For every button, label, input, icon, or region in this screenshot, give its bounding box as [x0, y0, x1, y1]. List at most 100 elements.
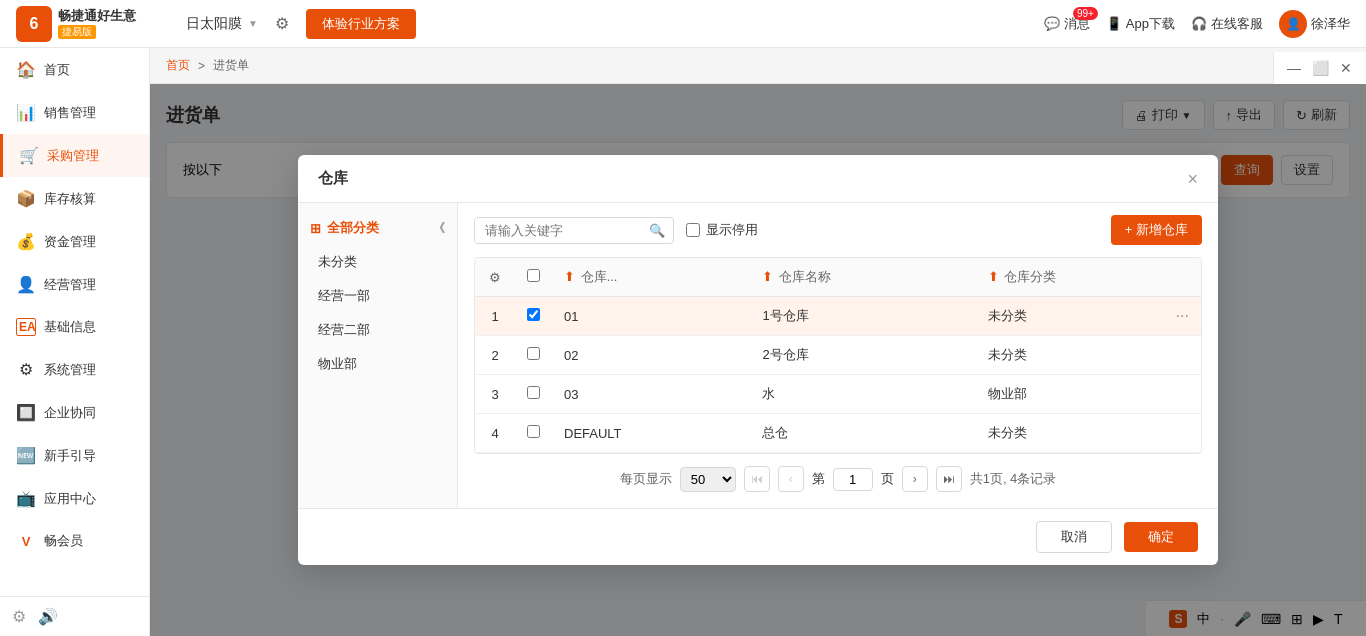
sidebar-label-membership: 畅会员 — [44, 532, 83, 550]
last-page-button[interactable]: ⏭ — [936, 466, 962, 492]
sidebar-item-sales[interactable]: 📊 销售管理 — [0, 91, 149, 134]
modal-footer: 取消 确定 — [298, 508, 1218, 565]
online-service-item[interactable]: 🎧 在线客服 — [1191, 15, 1263, 33]
close-window-button[interactable]: ✕ — [1334, 56, 1358, 80]
finance-icon: 💰 — [16, 232, 36, 251]
table-row[interactable]: 2 02 2号仓库 未分类 — [475, 336, 1201, 375]
trial-button[interactable]: 体验行业方案 — [306, 9, 416, 39]
sidebar-label-enterprise: 企业协同 — [44, 404, 96, 422]
message-badge: 99+ — [1073, 7, 1098, 20]
user-item[interactable]: 👤 徐泽华 — [1279, 10, 1350, 38]
prev-page-button[interactable]: ‹ — [778, 466, 804, 492]
th-settings[interactable]: ⚙ — [475, 258, 515, 297]
app-download-item[interactable]: 📱 App下载 — [1106, 15, 1175, 33]
td-checkbox[interactable] — [515, 414, 552, 453]
sort-name-icon: ⬆ — [762, 269, 773, 284]
content-area: 进货单 🖨 打印 ▼ ↑ 导出 ↻ 刷新 — [150, 84, 1366, 636]
td-name: 水 — [750, 375, 975, 414]
sidebar-item-system[interactable]: ⚙ 系统管理 — [0, 348, 149, 391]
appcenter-icon: 📺 — [16, 489, 36, 508]
sidebar-label-basicinfo: 基础信息 — [44, 318, 96, 336]
settings-bottom-icon[interactable]: ⚙ — [12, 607, 26, 626]
search-icon[interactable]: 🔍 — [641, 218, 673, 243]
th-code: ⬆ 仓库... — [552, 258, 750, 297]
td-name: 总仓 — [750, 414, 975, 453]
row-checkbox[interactable] — [527, 386, 540, 399]
logo: 6 畅捷通好生意 捷易版 — [16, 6, 166, 42]
cancel-button[interactable]: 取消 — [1036, 521, 1112, 553]
sidebar-item-membership[interactable]: V 畅会员 — [0, 520, 149, 562]
th-check[interactable] — [515, 258, 552, 297]
search-input[interactable] — [475, 218, 641, 243]
cat-item-dept2[interactable]: 经营二部 — [298, 313, 457, 347]
sales-icon: 📊 — [16, 103, 36, 122]
td-checkbox[interactable] — [515, 336, 552, 375]
modal-overlay: 仓库 × ⊞ 全部分类 《 — [150, 84, 1366, 636]
cat-item-property[interactable]: 物业部 — [298, 347, 457, 381]
show-disabled-label: 显示停用 — [706, 221, 758, 239]
headset-icon: 🎧 — [1191, 16, 1207, 31]
inventory-icon: 📦 — [16, 189, 36, 208]
per-page-select[interactable]: 50 20 100 — [680, 467, 736, 492]
sidebar-label-sales: 销售管理 — [44, 104, 96, 122]
show-disabled-toggle[interactable]: 显示停用 — [686, 221, 758, 239]
show-disabled-checkbox[interactable] — [686, 223, 700, 237]
sidebar-item-enterprise[interactable]: 🔲 企业协同 — [0, 391, 149, 434]
gear-icon: ⚙ — [275, 14, 289, 33]
sidebar-item-inventory[interactable]: 📦 库存核算 — [0, 177, 149, 220]
table-row[interactable]: 1 01 1号仓库 未分类··· — [475, 297, 1201, 336]
table-row[interactable]: 4 DEFAULT 总仓 未分类 — [475, 414, 1201, 453]
row-checkbox[interactable] — [527, 425, 540, 438]
sidebar-item-finance[interactable]: 💰 资金管理 — [0, 220, 149, 263]
sidebar-item-operations[interactable]: 👤 经营管理 — [0, 263, 149, 306]
guide-icon: 🆕 — [16, 446, 36, 465]
collapse-icon[interactable]: 《 — [433, 220, 445, 237]
online-service-label: 在线客服 — [1211, 15, 1263, 33]
td-checkbox[interactable] — [515, 375, 552, 414]
row-checkbox[interactable] — [527, 308, 540, 321]
sidebar-bottom: ⚙ 🔊 — [0, 596, 149, 636]
td-checkbox[interactable] — [515, 297, 552, 336]
sidebar-label-guide: 新手引导 — [44, 447, 96, 465]
sidebar-item-purchase[interactable]: 🛒 采购管理 — [0, 134, 149, 177]
phone-icon: 📱 — [1106, 16, 1122, 31]
per-page-label: 每页显示 — [620, 470, 672, 488]
logo-icon: 6 — [16, 6, 52, 42]
td-name: 1号仓库 — [750, 297, 975, 336]
add-warehouse-button[interactable]: + 新增仓库 — [1111, 215, 1202, 245]
breadcrumb-home[interactable]: 首页 — [166, 57, 190, 74]
sidebar-item-basicinfo[interactable]: EA 基础信息 — [0, 306, 149, 348]
sidebar-item-appcenter[interactable]: 📺 应用中心 — [0, 477, 149, 520]
volume-icon[interactable]: 🔊 — [38, 607, 58, 626]
category-header[interactable]: ⊞ 全部分类 《 — [298, 211, 457, 245]
membership-icon: V — [16, 534, 36, 549]
page-number-input[interactable]: 1 — [833, 468, 873, 491]
sort-code-icon: ⬆ — [564, 269, 575, 284]
confirm-button[interactable]: 确定 — [1124, 522, 1198, 552]
sidebar-item-guide[interactable]: 🆕 新手引导 — [0, 434, 149, 477]
sidebar: 🏠 首页 📊 销售管理 🛒 采购管理 📦 库存核算 💰 资金管理 👤 经 — [0, 48, 150, 636]
avatar-icon: 👤 — [1286, 17, 1301, 31]
next-page-button[interactable]: › — [902, 466, 928, 492]
maximize-button[interactable]: ⬜ — [1308, 56, 1332, 80]
modal-close-button[interactable]: × — [1187, 170, 1198, 188]
modal-header: 仓库 × — [298, 155, 1218, 203]
table-row[interactable]: 3 03 水 物业部 — [475, 375, 1201, 414]
cat-item-unclassified[interactable]: 未分类 — [298, 245, 457, 279]
row-checkbox[interactable] — [527, 347, 540, 360]
sidebar-item-home[interactable]: 🏠 首页 — [0, 48, 149, 91]
settings-button[interactable]: ⚙ — [266, 8, 298, 40]
select-all-checkbox[interactable] — [527, 269, 540, 282]
more-button[interactable]: ··· — [1176, 307, 1189, 325]
td-row-num: 2 — [475, 336, 515, 375]
minimize-button[interactable]: — — [1282, 56, 1306, 80]
store-selector[interactable]: 日太阳膜 ▼ — [186, 15, 258, 33]
message-item[interactable]: 💬 消息 99+ — [1044, 15, 1090, 33]
modal-title: 仓库 — [318, 169, 348, 188]
sidebar-label-purchase: 采购管理 — [47, 147, 99, 165]
cat-item-dept1[interactable]: 经营一部 — [298, 279, 457, 313]
first-page-button[interactable]: ⏮ — [744, 466, 770, 492]
td-code: DEFAULT — [552, 414, 750, 453]
th-name: ⬆ 仓库名称 — [750, 258, 975, 297]
category-all-label: 全部分类 — [327, 219, 379, 237]
